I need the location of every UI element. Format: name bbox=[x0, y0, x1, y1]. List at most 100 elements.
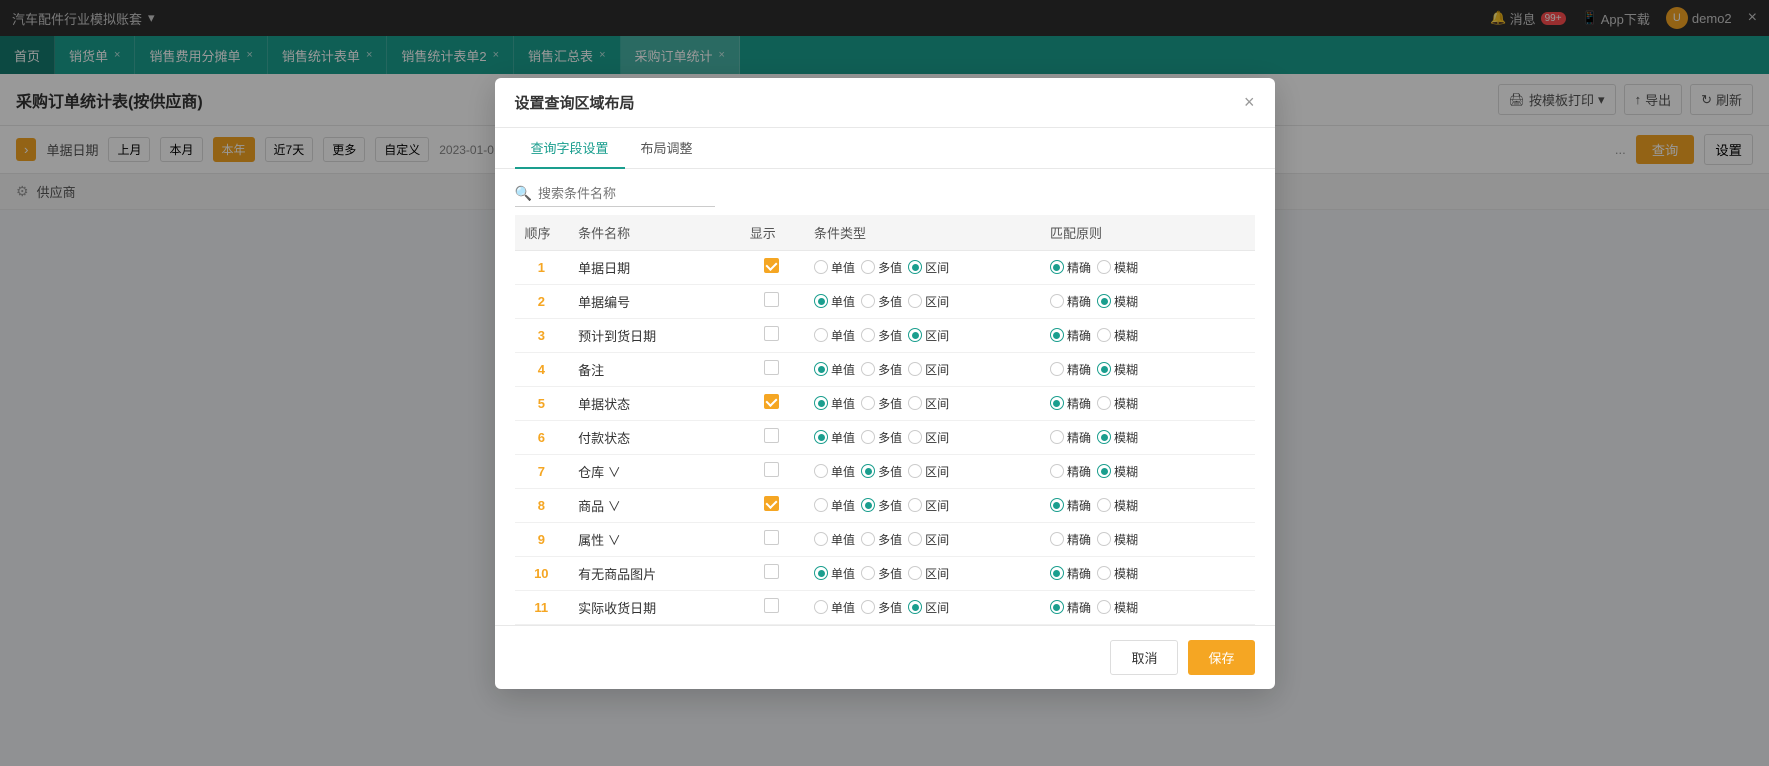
radio-item[interactable]: 精确 bbox=[1050, 497, 1091, 514]
radio-item[interactable]: 精确 bbox=[1050, 327, 1091, 344]
radio-item[interactable]: 精确 bbox=[1050, 361, 1091, 378]
radio-item[interactable]: 单值 bbox=[814, 327, 855, 344]
radio-item[interactable]: 单值 bbox=[814, 395, 855, 412]
checkbox-checked[interactable] bbox=[764, 258, 779, 273]
radio-item[interactable]: 区间 bbox=[908, 259, 949, 276]
table-row: 1单据日期单值多值区间精确模糊 bbox=[515, 250, 1255, 284]
radio-item[interactable]: 精确 bbox=[1050, 599, 1091, 616]
checkbox-checked[interactable] bbox=[764, 394, 779, 409]
radio-item[interactable]: 多值 bbox=[861, 565, 902, 582]
radio-item[interactable]: 多值 bbox=[861, 531, 902, 548]
row-match: 精确模糊 bbox=[1040, 590, 1255, 624]
radio-item[interactable]: 模糊 bbox=[1097, 429, 1138, 446]
radio-item[interactable]: 单值 bbox=[814, 531, 855, 548]
radio-item[interactable]: 模糊 bbox=[1097, 395, 1138, 412]
radio-item[interactable]: 模糊 bbox=[1097, 497, 1138, 514]
checkbox-unchecked[interactable] bbox=[764, 598, 779, 613]
radio-item[interactable]: 多值 bbox=[861, 463, 902, 480]
radio-item[interactable]: 模糊 bbox=[1097, 361, 1138, 378]
radio-item[interactable]: 精确 bbox=[1050, 531, 1091, 548]
radio-item[interactable]: 多值 bbox=[861, 259, 902, 276]
radio-item[interactable]: 多值 bbox=[861, 361, 902, 378]
dialog-tab-fields[interactable]: 查询字段设置 bbox=[515, 128, 625, 169]
radio-dot bbox=[1050, 430, 1064, 444]
radio-item[interactable]: 区间 bbox=[908, 361, 949, 378]
radio-item[interactable]: 单值 bbox=[814, 293, 855, 310]
row-show[interactable] bbox=[740, 250, 804, 284]
checkbox-unchecked[interactable] bbox=[764, 428, 779, 443]
radio-item[interactable]: 单值 bbox=[814, 429, 855, 446]
save-btn[interactable]: 保存 bbox=[1188, 640, 1254, 675]
radio-item[interactable]: 区间 bbox=[908, 429, 949, 446]
checkbox-unchecked[interactable] bbox=[764, 462, 779, 477]
radio-item[interactable]: 模糊 bbox=[1097, 565, 1138, 582]
row-match: 精确模糊 bbox=[1040, 522, 1255, 556]
radio-item[interactable]: 多值 bbox=[861, 327, 902, 344]
row-show[interactable] bbox=[740, 284, 804, 318]
row-show[interactable] bbox=[740, 488, 804, 522]
row-show[interactable] bbox=[740, 454, 804, 488]
radio-item[interactable]: 单值 bbox=[814, 565, 855, 582]
radio-item[interactable]: 区间 bbox=[908, 327, 949, 344]
radio-item[interactable]: 单值 bbox=[814, 497, 855, 514]
type-radio-group: 单值多值区间 bbox=[814, 259, 1030, 276]
row-order: 9 bbox=[515, 522, 569, 556]
row-name: 属性 ∨ bbox=[568, 522, 740, 556]
radio-item[interactable]: 模糊 bbox=[1097, 327, 1138, 344]
checkbox-unchecked[interactable] bbox=[764, 564, 779, 579]
row-show[interactable] bbox=[740, 556, 804, 590]
radio-item[interactable]: 区间 bbox=[908, 293, 949, 310]
radio-dot bbox=[814, 566, 828, 580]
row-type: 单值多值区间 bbox=[804, 386, 1040, 420]
radio-item[interactable]: 模糊 bbox=[1097, 531, 1138, 548]
row-show[interactable] bbox=[740, 590, 804, 624]
row-show[interactable] bbox=[740, 420, 804, 454]
dialog-close-btn[interactable]: × bbox=[1244, 93, 1255, 111]
radio-label: 模糊 bbox=[1114, 429, 1138, 446]
radio-item[interactable]: 精确 bbox=[1050, 463, 1091, 480]
cancel-btn[interactable]: 取消 bbox=[1110, 640, 1178, 675]
radio-item[interactable]: 区间 bbox=[908, 565, 949, 582]
checkbox-unchecked[interactable] bbox=[764, 326, 779, 341]
conditions-table: 顺序 条件名称 显示 条件类型 匹配原则 1单据日期单值多值区间精确模糊2单据编… bbox=[495, 215, 1275, 625]
radio-item[interactable]: 多值 bbox=[861, 293, 902, 310]
radio-item[interactable]: 精确 bbox=[1050, 293, 1091, 310]
radio-item[interactable]: 多值 bbox=[861, 599, 902, 616]
row-show[interactable] bbox=[740, 522, 804, 556]
checkbox-checked[interactable] bbox=[764, 496, 779, 511]
search-input-wrap[interactable]: 🔍 bbox=[515, 181, 715, 207]
row-show[interactable] bbox=[740, 318, 804, 352]
radio-item[interactable]: 区间 bbox=[908, 531, 949, 548]
radio-item[interactable]: 模糊 bbox=[1097, 293, 1138, 310]
radio-label: 多值 bbox=[878, 463, 902, 480]
radio-item[interactable]: 区间 bbox=[908, 497, 949, 514]
search-input[interactable] bbox=[538, 186, 698, 201]
radio-item[interactable]: 区间 bbox=[908, 599, 949, 616]
radio-item[interactable]: 单值 bbox=[814, 463, 855, 480]
radio-label: 模糊 bbox=[1114, 497, 1138, 514]
radio-label: 区间 bbox=[925, 327, 949, 344]
radio-item[interactable]: 精确 bbox=[1050, 395, 1091, 412]
radio-item[interactable]: 精确 bbox=[1050, 565, 1091, 582]
radio-item[interactable]: 单值 bbox=[814, 599, 855, 616]
radio-item[interactable]: 模糊 bbox=[1097, 259, 1138, 276]
row-show[interactable] bbox=[740, 386, 804, 420]
radio-item[interactable]: 模糊 bbox=[1097, 463, 1138, 480]
radio-item[interactable]: 模糊 bbox=[1097, 599, 1138, 616]
dialog-tab-layout[interactable]: 布局调整 bbox=[625, 128, 709, 169]
row-type: 单值多值区间 bbox=[804, 250, 1040, 284]
radio-item[interactable]: 多值 bbox=[861, 395, 902, 412]
match-radio-group: 精确 模糊 bbox=[1050, 429, 1245, 446]
checkbox-unchecked[interactable] bbox=[764, 530, 779, 545]
checkbox-unchecked[interactable] bbox=[764, 360, 779, 375]
checkbox-unchecked[interactable] bbox=[764, 292, 779, 307]
radio-item[interactable]: 多值 bbox=[861, 497, 902, 514]
radio-item[interactable]: 单值 bbox=[814, 259, 855, 276]
radio-item[interactable]: 多值 bbox=[861, 429, 902, 446]
radio-item[interactable]: 单值 bbox=[814, 361, 855, 378]
radio-item[interactable]: 精确 bbox=[1050, 429, 1091, 446]
radio-item[interactable]: 区间 bbox=[908, 395, 949, 412]
row-show[interactable] bbox=[740, 352, 804, 386]
radio-item[interactable]: 区间 bbox=[908, 463, 949, 480]
radio-item[interactable]: 精确 bbox=[1050, 259, 1091, 276]
